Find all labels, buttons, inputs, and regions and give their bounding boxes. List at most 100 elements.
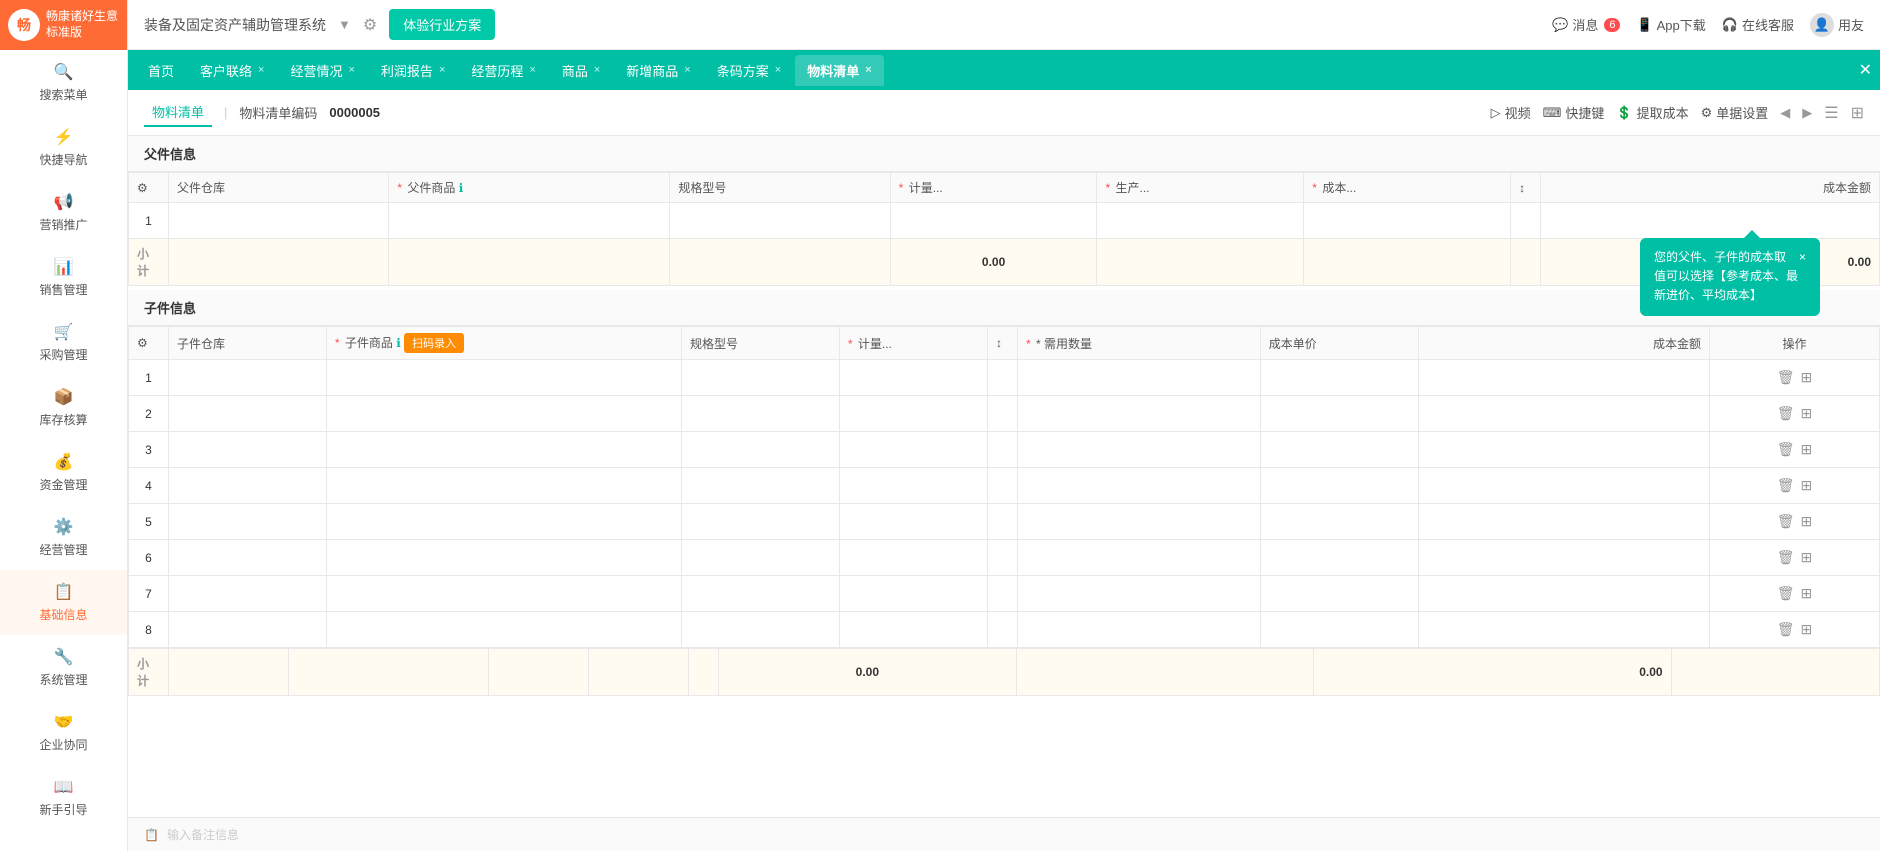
sidebar-item-purchase[interactable]: 🛒 采购管理	[0, 310, 127, 375]
parent-spec-1[interactable]	[670, 203, 890, 239]
tab-goods[interactable]: 商品 ×	[550, 55, 612, 86]
parent-unit-1[interactable]	[890, 203, 1097, 239]
tab-barcode[interactable]: 条码方案 ×	[705, 55, 793, 86]
message-item[interactable]: 💬 消息 6	[1552, 15, 1620, 34]
delete-icon-4[interactable]: 🗑	[1777, 477, 1795, 494]
child-warehouse-7[interactable]	[169, 576, 327, 612]
nav-next[interactable]: ▶	[1802, 105, 1812, 121]
child-unit-2[interactable]	[839, 396, 987, 432]
child-product-5[interactable]	[326, 504, 681, 540]
child-warehouse-3[interactable]	[169, 432, 327, 468]
copy-icon-8[interactable]: ⊞	[1801, 621, 1813, 638]
sidebar-item-marketing[interactable]: 📢 营销推广	[0, 180, 127, 245]
sidebar-item-quicknav[interactable]: ⚡ 快捷导航	[0, 115, 127, 180]
child-unit-8[interactable]	[839, 612, 987, 648]
child-product-8[interactable]	[326, 612, 681, 648]
child-warehouse-2[interactable]	[169, 396, 327, 432]
scan-input-button[interactable]: 扫码录入	[404, 333, 464, 353]
close-operations-tab[interactable]: ×	[348, 64, 354, 76]
tab-customer[interactable]: 客户联络 ×	[188, 55, 276, 86]
close-history-tab[interactable]: ×	[529, 64, 535, 76]
online-service-item[interactable]: 🎧 在线客服	[1722, 15, 1794, 34]
child-qty-5[interactable]	[1018, 504, 1261, 540]
child-qty-2[interactable]	[1018, 396, 1261, 432]
close-goods-tab[interactable]: ×	[594, 64, 600, 76]
child-spec-1[interactable]	[682, 360, 840, 396]
tab-history[interactable]: 经营历程 ×	[459, 55, 547, 86]
child-unitcost-6[interactable]	[1260, 540, 1418, 576]
child-qty-4[interactable]	[1018, 468, 1261, 504]
close-profit-tab[interactable]: ×	[439, 64, 445, 76]
copy-icon-6[interactable]: ⊞	[1801, 549, 1813, 566]
child-product-7[interactable]	[326, 576, 681, 612]
trial-button[interactable]: 体验行业方案	[389, 9, 495, 40]
parent-production-1[interactable]	[1097, 203, 1304, 239]
tab-new-goods[interactable]: 新增商品 ×	[614, 55, 702, 86]
subtab-bom[interactable]: 物料清单	[144, 98, 212, 127]
child-unitcost-5[interactable]	[1260, 504, 1418, 540]
child-product-4[interactable]	[326, 468, 681, 504]
child-warehouse-8[interactable]	[169, 612, 327, 648]
tab-operations[interactable]: 经营情况 ×	[278, 55, 366, 86]
delete-icon-6[interactable]: 🗑	[1777, 549, 1795, 566]
child-unitcost-7[interactable]	[1260, 576, 1418, 612]
parent-product-info[interactable]: ℹ	[459, 181, 464, 195]
child-spec-3[interactable]	[682, 432, 840, 468]
dropdown-arrow[interactable]: ▼	[338, 17, 351, 32]
delete-icon-2[interactable]: 🗑	[1777, 405, 1795, 422]
delete-icon-8[interactable]: 🗑	[1777, 621, 1795, 638]
shortcut-tool[interactable]: ⌨ 快捷键	[1543, 103, 1605, 122]
copy-icon-1[interactable]: ⊞	[1801, 369, 1813, 386]
delete-icon-3[interactable]: 🗑	[1777, 441, 1795, 458]
delete-icon-7[interactable]: 🗑	[1777, 585, 1795, 602]
tab-profit[interactable]: 利润报告 ×	[369, 55, 457, 86]
tooltip-close-button[interactable]: ×	[1799, 248, 1806, 267]
child-unit-3[interactable]	[839, 432, 987, 468]
child-product-2[interactable]	[326, 396, 681, 432]
table-view-icon[interactable]: ⊞	[1851, 103, 1864, 123]
child-unitcost-1[interactable]	[1260, 360, 1418, 396]
user-item[interactable]: 👤 用友	[1810, 13, 1864, 37]
sidebar-item-collab[interactable]: 🤝 企业协同	[0, 700, 127, 765]
notes-placeholder[interactable]: 输入备注信息	[167, 826, 239, 843]
copy-icon-2[interactable]: ⊞	[1801, 405, 1813, 422]
sidebar-item-inventory[interactable]: 📦 库存核算	[0, 375, 127, 440]
close-all-tabs[interactable]: ✕	[1859, 60, 1872, 80]
child-qty-8[interactable]	[1018, 612, 1261, 648]
parent-cost-1[interactable]	[1304, 203, 1511, 239]
nav-prev[interactable]: ◀	[1780, 105, 1790, 121]
child-qty-7[interactable]	[1018, 576, 1261, 612]
close-newgoods-tab[interactable]: ×	[684, 64, 690, 76]
child-product-6[interactable]	[326, 540, 681, 576]
copy-icon-3[interactable]: ⊞	[1801, 441, 1813, 458]
sidebar-item-search[interactable]: 🔍 搜索菜单	[0, 50, 127, 115]
sidebar-item-guide[interactable]: 📖 新手引导	[0, 765, 127, 830]
child-qty-1[interactable]	[1018, 360, 1261, 396]
child-unitcost-2[interactable]	[1260, 396, 1418, 432]
child-warehouse-1[interactable]	[169, 360, 327, 396]
child-spec-5[interactable]	[682, 504, 840, 540]
child-warehouse-6[interactable]	[169, 540, 327, 576]
close-bom-tab[interactable]: ×	[865, 64, 871, 76]
child-unit-4[interactable]	[839, 468, 987, 504]
copy-icon-4[interactable]: ⊞	[1801, 477, 1813, 494]
child-unitcost-3[interactable]	[1260, 432, 1418, 468]
sidebar-item-basic[interactable]: 📋 基础信息	[0, 570, 127, 635]
child-product-1[interactable]	[326, 360, 681, 396]
gear-icon[interactable]: ⚙	[363, 15, 377, 35]
child-qty-6[interactable]	[1018, 540, 1261, 576]
view-tool[interactable]: ▷ 视频	[1491, 103, 1531, 122]
close-barcode-tab[interactable]: ×	[775, 64, 781, 76]
cost-tool[interactable]: 💲 提取成本	[1616, 103, 1688, 122]
child-unit-6[interactable]	[839, 540, 987, 576]
close-customer-tab[interactable]: ×	[258, 64, 264, 76]
child-unitcost-8[interactable]	[1260, 612, 1418, 648]
parent-warehouse-1[interactable]	[169, 203, 389, 239]
child-unit-5[interactable]	[839, 504, 987, 540]
app-download-item[interactable]: 📱 App下载	[1636, 15, 1705, 34]
settings-tool[interactable]: ⚙ 单据设置	[1701, 103, 1769, 122]
child-product-3[interactable]	[326, 432, 681, 468]
child-unit-1[interactable]	[839, 360, 987, 396]
delete-icon-5[interactable]: 🗑	[1777, 513, 1795, 530]
child-spec-7[interactable]	[682, 576, 840, 612]
